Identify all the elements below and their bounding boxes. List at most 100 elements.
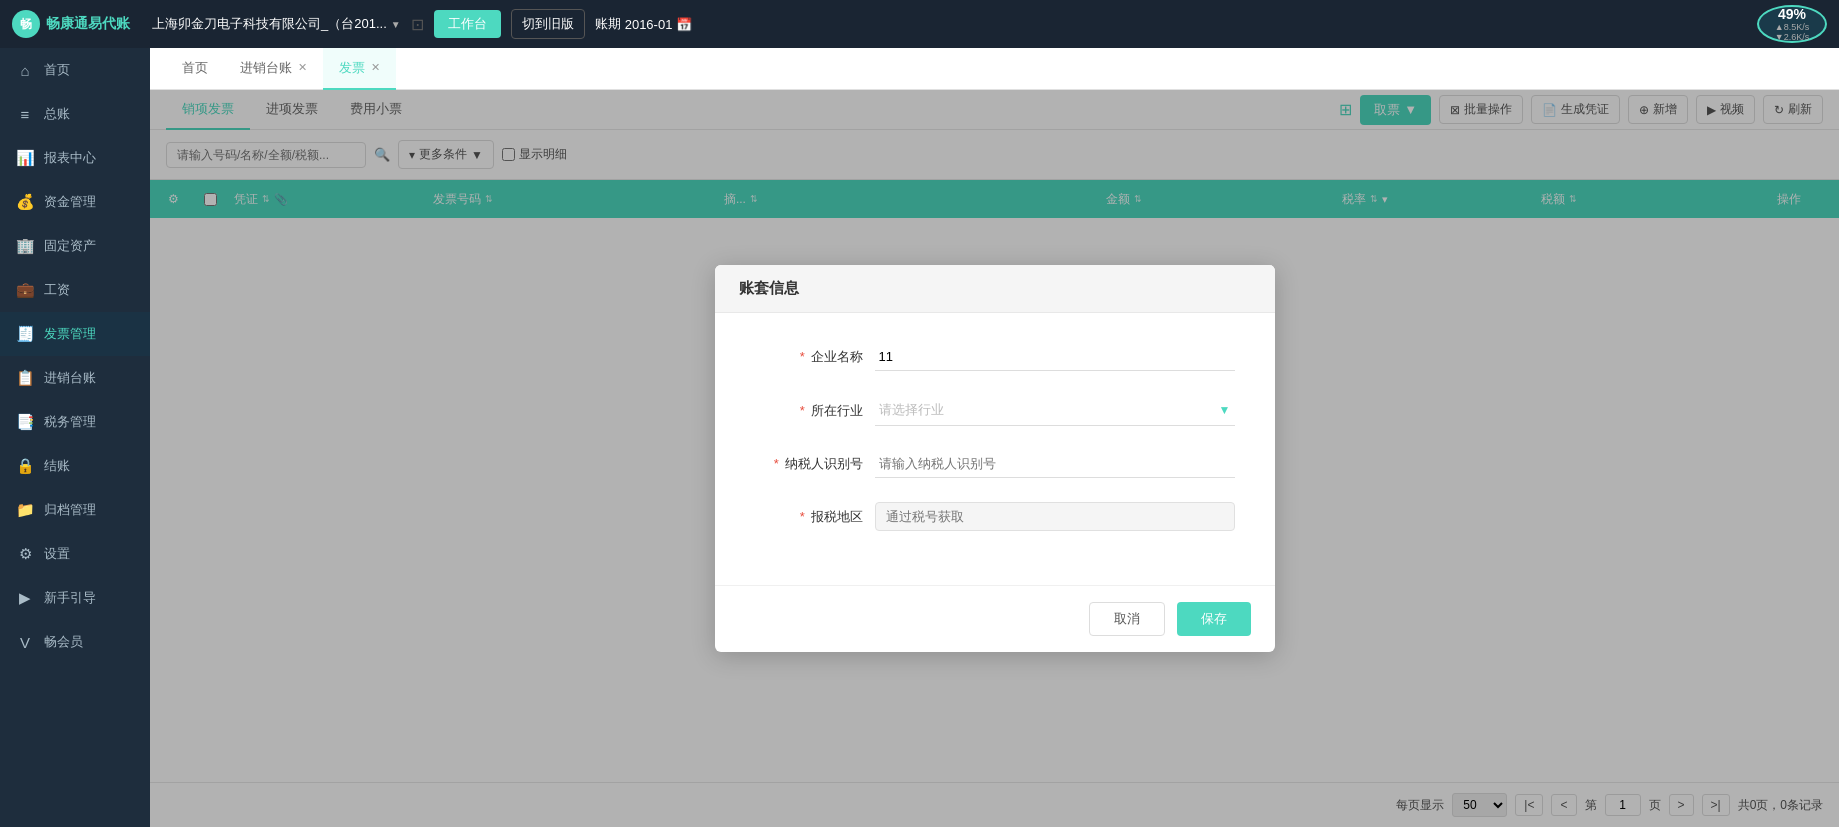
speed-percent: 49% bbox=[1778, 6, 1806, 22]
company-selector[interactable]: 上海卯金刀电子科技有限公司_（台201... ▼ bbox=[152, 15, 401, 33]
sidebar-label-vip: 畅会员 bbox=[44, 633, 83, 651]
account-info-modal: 账套信息 * 企业名称 bbox=[715, 265, 1275, 652]
app-logo: 畅 畅康通易代账 bbox=[12, 10, 142, 38]
period-display: 账期 2016-01 📅 bbox=[595, 15, 693, 33]
sidebar-label-purchases: 进销台账 bbox=[44, 369, 96, 387]
sidebar-item-vip[interactable]: V 畅会员 bbox=[0, 620, 150, 664]
company-name-input[interactable] bbox=[875, 343, 1235, 371]
period-value: 2016-01 bbox=[625, 17, 673, 32]
sidebar-label-ledger: 总账 bbox=[44, 105, 70, 123]
ledger-icon: ≡ bbox=[16, 106, 34, 123]
sidebar-item-tax[interactable]: 📑 税务管理 bbox=[0, 400, 150, 444]
report-icon: 📊 bbox=[16, 149, 34, 167]
tab-invoice-label: 发票 bbox=[339, 59, 365, 77]
industry-chevron-icon: ▼ bbox=[1219, 403, 1231, 417]
industry-label: * 所在行业 bbox=[755, 402, 875, 420]
tax-region-required: * bbox=[800, 509, 805, 524]
sidebar-label-settings: 设置 bbox=[44, 545, 70, 563]
main-content: 首页 进销台账 ✕ 发票 ✕ 销项发票 进项发票 费用 bbox=[150, 48, 1839, 827]
sidebar-label-guide: 新手引导 bbox=[44, 589, 96, 607]
sidebar-item-report[interactable]: 📊 报表中心 bbox=[0, 136, 150, 180]
tax-id-required: * bbox=[774, 456, 779, 471]
sidebar-label-invoice: 发票管理 bbox=[44, 325, 96, 343]
tab-invoice[interactable]: 发票 ✕ bbox=[323, 48, 396, 90]
company-dropdown-icon: ▼ bbox=[391, 19, 401, 30]
workbench-button[interactable]: 工作台 bbox=[434, 10, 501, 38]
switch-version-button[interactable]: 切到旧版 bbox=[511, 9, 585, 39]
speed-up: ▲8.5K/s bbox=[1775, 22, 1809, 32]
sidebar-item-invoice[interactable]: 🧾 发票管理 bbox=[0, 312, 150, 356]
period-label: 账期 bbox=[595, 15, 621, 33]
sidebar-label-archive: 归档管理 bbox=[44, 501, 96, 519]
tax-id-label: * 纳税人识别号 bbox=[755, 455, 875, 473]
topbar: 畅 畅康通易代账 上海卯金刀电子科技有限公司_（台201... ▼ ⊡ 工作台 … bbox=[0, 0, 1839, 48]
tax-region-label: * 报税地区 bbox=[755, 508, 875, 526]
industry-placeholder: 请选择行业 bbox=[879, 401, 944, 419]
logo-icon: 畅 bbox=[12, 10, 40, 38]
tax-region-input bbox=[875, 502, 1235, 531]
tax-id-input[interactable] bbox=[875, 450, 1235, 478]
topbar-separator-icon: ⊡ bbox=[411, 15, 424, 34]
tab-purchases-label: 进销台账 bbox=[240, 59, 292, 77]
sidebar-item-ledger[interactable]: ≡ 总账 bbox=[0, 92, 150, 136]
tab-purchases-close[interactable]: ✕ bbox=[298, 61, 307, 74]
app-name: 畅康通易代账 bbox=[46, 15, 130, 33]
guide-icon: ▶ bbox=[16, 589, 34, 607]
invoice-icon: 🧾 bbox=[16, 325, 34, 343]
sidebar-item-closing[interactable]: 🔒 结账 bbox=[0, 444, 150, 488]
modal-footer: 取消 保存 bbox=[715, 585, 1275, 652]
topbar-right: 49% ▲8.5K/s ▼2.6K/s bbox=[1757, 5, 1827, 43]
tab-home[interactable]: 首页 bbox=[166, 48, 224, 90]
company-name-required: * bbox=[800, 349, 805, 364]
closing-icon: 🔒 bbox=[16, 457, 34, 475]
sidebar-label-report: 报表中心 bbox=[44, 149, 96, 167]
tax-region-row: * 报税地区 bbox=[755, 502, 1235, 531]
modal-header: 账套信息 bbox=[715, 265, 1275, 313]
content-area: 销项发票 进项发票 费用小票 ⊞ 取票 ▼ ⊠ 批量操作 bbox=[150, 90, 1839, 827]
vip-icon: V bbox=[16, 634, 34, 651]
sidebar-label-fixed: 固定资产 bbox=[44, 237, 96, 255]
tabbar: 首页 进销台账 ✕ 发票 ✕ bbox=[150, 48, 1839, 90]
tab-purchases[interactable]: 进销台账 ✕ bbox=[224, 48, 323, 90]
company-name: 上海卯金刀电子科技有限公司_（台201... bbox=[152, 15, 387, 33]
home-icon: ⌂ bbox=[16, 62, 34, 79]
sidebar-item-settings[interactable]: ⚙ 设置 bbox=[0, 532, 150, 576]
sidebar-item-funds[interactable]: 💰 资金管理 bbox=[0, 180, 150, 224]
tab-home-label: 首页 bbox=[182, 59, 208, 77]
speed-down: ▼2.6K/s bbox=[1775, 32, 1809, 42]
sidebar-item-home[interactable]: ⌂ 首页 bbox=[0, 48, 150, 92]
sidebar-item-purchases[interactable]: 📋 进销台账 bbox=[0, 356, 150, 400]
sidebar-label-home: 首页 bbox=[44, 61, 70, 79]
sidebar-item-salary[interactable]: 💼 工资 bbox=[0, 268, 150, 312]
salary-icon: 💼 bbox=[16, 281, 34, 299]
tab-invoice-close[interactable]: ✕ bbox=[371, 61, 380, 74]
sidebar-label-closing: 结账 bbox=[44, 457, 70, 475]
sidebar-label-funds: 资金管理 bbox=[44, 193, 96, 211]
cancel-button[interactable]: 取消 bbox=[1089, 602, 1165, 636]
purchases-icon: 📋 bbox=[16, 369, 34, 387]
industry-row: * 所在行业 请选择行业 ▼ bbox=[755, 395, 1235, 426]
industry-select[interactable]: 请选择行业 ▼ bbox=[875, 395, 1235, 426]
tax-id-row: * 纳税人识别号 bbox=[755, 450, 1235, 478]
sidebar-label-salary: 工资 bbox=[44, 281, 70, 299]
fixed-icon: 🏢 bbox=[16, 237, 34, 255]
sidebar-item-guide[interactable]: ▶ 新手引导 bbox=[0, 576, 150, 620]
archive-icon: 📁 bbox=[16, 501, 34, 519]
sidebar-label-tax: 税务管理 bbox=[44, 413, 96, 431]
sidebar-item-archive[interactable]: 📁 归档管理 bbox=[0, 488, 150, 532]
modal-overlay[interactable]: 账套信息 * 企业名称 bbox=[150, 90, 1839, 827]
industry-required: * bbox=[800, 403, 805, 418]
sidebar: ⌂ 首页 ≡ 总账 📊 报表中心 💰 资金管理 🏢 固定资产 💼 工资 🧾 发票… bbox=[0, 48, 150, 827]
tax-icon: 📑 bbox=[16, 413, 34, 431]
settings-icon: ⚙ bbox=[16, 545, 34, 563]
save-button[interactable]: 保存 bbox=[1177, 602, 1251, 636]
sidebar-item-fixed[interactable]: 🏢 固定资产 bbox=[0, 224, 150, 268]
company-name-row: * 企业名称 bbox=[755, 343, 1235, 371]
speed-indicator: 49% ▲8.5K/s ▼2.6K/s bbox=[1757, 5, 1827, 43]
calendar-icon[interactable]: 📅 bbox=[676, 17, 692, 32]
modal-body: * 企业名称 * 所在行业 请选择行业 bbox=[715, 313, 1275, 585]
modal-title: 账套信息 bbox=[739, 279, 799, 296]
funds-icon: 💰 bbox=[16, 193, 34, 211]
app-layout: ⌂ 首页 ≡ 总账 📊 报表中心 💰 资金管理 🏢 固定资产 💼 工资 🧾 发票… bbox=[0, 48, 1839, 827]
company-name-label: * 企业名称 bbox=[755, 348, 875, 366]
